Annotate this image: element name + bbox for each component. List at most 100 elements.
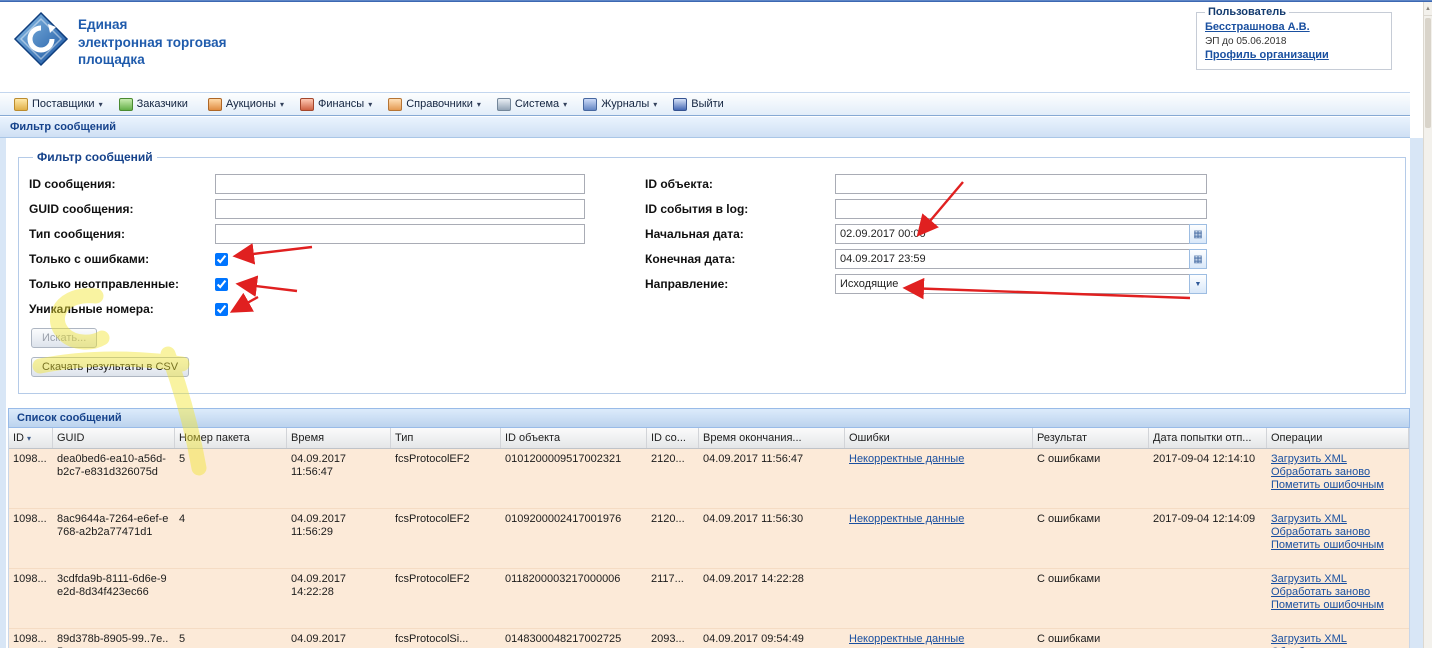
unique-numbers-checkbox[interactable] [215,302,228,316]
menu-item-dictionaries[interactable]: Справочники ▾ [380,96,489,113]
errors-cell: Некорректные данные [845,509,1033,568]
cert-expiry-text: ЭП до 05.06.2018 [1205,35,1287,47]
chevron-down-icon: ▾ [653,99,658,109]
end-time-cell: 04.09.2017 09:54:49 [703,633,804,645]
column-header-id[interactable]: ID ▾ [9,428,53,448]
table-row: 1098... 3cdfda9b-8111-6d6e-9e2d-8d34f423… [9,569,1409,629]
column-header-end-time[interactable]: Время окончания... [699,428,845,448]
table-row: 1098... dea0bed6-ea10-a56d-b2c7-e831d326… [9,449,1409,509]
filter-panel: Фильтр сообщений ID сообщения: GUID сооб… [18,150,1406,394]
column-header-guid[interactable]: GUID [53,428,175,448]
mark-as-error-link[interactable]: Пометить ошибочным [1271,539,1405,552]
guid-cell: 89d378b-8905-99..7e..5 [57,633,169,648]
user-panel-legend: Пользователь [1208,6,1287,18]
logo-text: Единая электронная торговая площадка [78,17,227,68]
result-cell: С ошибками [1037,573,1101,585]
org-profile-link[interactable]: Профиль организации [1205,48,1383,63]
end-date-field [835,249,1207,269]
guid-cell: 8ac9644a-7264-e6ef-e768-a2b2a77471d1 [57,513,169,538]
load-xml-link[interactable]: Загрузить XML [1271,573,1405,586]
scrollbar-thumb[interactable] [1425,18,1431,128]
retry-date-cell [1149,569,1267,628]
menu-item-finance[interactable]: Финансы ▾ [292,96,380,113]
suppliers-icon [14,97,28,111]
messages-list-panel: Список сообщений ID ▾ GUID Номер пакета … [8,408,1410,648]
vertical-scrollbar[interactable] [1423,2,1432,648]
log-event-id-input[interactable] [835,199,1207,219]
errors-cell [845,569,1033,628]
column-header-errors[interactable]: Ошибки [845,428,1033,448]
end-time-cell: 04.09.2017 14:22:28 [703,573,804,585]
grid-header-row: ID ▾ GUID Номер пакета Время Тип ID объе… [9,428,1409,449]
object-id-cell: 0148300048217002725 [505,633,622,645]
type-cell: fcsProtocolSi... [395,633,469,645]
time-cell: 04.09.2017 11:56:29 [291,513,347,538]
operations-cell: Загрузить XML Обработать заново Пометить… [1267,569,1409,628]
user-name-link[interactable]: Бесстрашнова А.В. [1205,20,1383,35]
event-id-cell: 2120... [651,513,685,525]
load-xml-link[interactable]: Загрузить XML [1271,513,1405,526]
column-header-time[interactable]: Время [287,428,391,448]
start-date-input[interactable] [835,224,1190,244]
column-header-retry-date[interactable]: Дата попытки отп... [1149,428,1267,448]
menu-item-auctions[interactable]: Аукционы ▾ [200,96,292,113]
reprocess-link[interactable]: Обработать заново [1271,466,1405,479]
unsent-only-checkbox[interactable] [215,277,228,291]
packet-cell: 5 [179,453,186,465]
auctions-icon [207,97,222,111]
calendar-icon[interactable] [1189,224,1207,244]
menu-item-system[interactable]: Система ▾ [489,96,575,113]
message-guid-input[interactable] [215,199,585,219]
load-xml-link[interactable]: Загрузить XML [1271,633,1405,646]
time-cell: 04.09.2017 [291,633,347,645]
chevron-down-icon: ▾ [368,99,373,109]
direction-select[interactable] [835,274,1207,294]
reprocess-link[interactable]: Обработать заново [1271,526,1405,539]
reprocess-link[interactable]: Обработать заново [1271,586,1405,599]
column-header-operations[interactable]: Операции [1267,428,1409,448]
finance-icon [300,97,314,111]
message-guid-label: GUID сообщения: [29,202,134,216]
end-date-input[interactable] [835,249,1190,269]
journals-icon [583,97,598,111]
packet-cell: 5 [179,633,186,645]
object-id-input[interactable] [835,174,1207,194]
packet-cell: 4 [179,513,186,525]
download-csv-button[interactable]: Скачать результаты в CSV [31,357,190,377]
column-header-packet[interactable]: Номер пакета [175,428,287,448]
scroll-up-icon[interactable] [1424,2,1432,16]
menu-item-journals[interactable]: Журналы ▾ [575,96,665,113]
error-details-link[interactable]: Некорректные данные [849,453,964,465]
message-type-input[interactable] [215,224,585,244]
calendar-icon[interactable] [1189,249,1207,269]
chevron-down-icon: ▾ [279,99,284,109]
retry-date-cell [1149,629,1267,648]
errors-only-label: Только с ошибками: [29,252,150,266]
mark-as-error-link[interactable]: Пометить ошибочным [1271,479,1405,492]
list-panel-title: Список сообщений [8,408,1410,428]
error-details-link[interactable]: Некорректные данные [849,633,964,645]
menu-item-suppliers[interactable]: Поставщики ▾ [6,96,111,113]
menu-item-customers[interactable]: Заказчики [111,96,200,113]
mark-as-error-link[interactable]: Пометить ошибочным [1271,599,1405,612]
errors-cell: Некорректные данные [845,449,1033,508]
column-header-type[interactable]: Тип [391,428,501,448]
errors-only-checkbox[interactable] [215,252,228,266]
id-cell: 1098... [13,453,47,465]
type-cell: fcsProtocolEF2 [395,513,470,525]
search-button[interactable]: Искать... [31,328,98,348]
direction-value-input[interactable] [835,274,1190,294]
message-id-input[interactable] [215,174,585,194]
operations-cell: Загрузить XML Обработать заново Пометить… [1267,509,1409,568]
column-header-object-id[interactable]: ID объекта [501,428,647,448]
column-header-result[interactable]: Результат [1033,428,1149,448]
load-xml-link[interactable]: Загрузить XML [1271,453,1405,466]
guid-cell: dea0bed6-ea10-a56d-b2c7-e831d326075d [57,453,166,478]
object-id-label: ID объекта: [645,177,713,191]
event-id-cell: 2120... [651,453,685,465]
logout-icon [673,97,688,111]
menu-item-logout[interactable]: Выйти [665,96,736,113]
error-details-link[interactable]: Некорректные данные [849,513,964,525]
chevron-down-icon[interactable] [1189,274,1207,294]
column-header-event-id[interactable]: ID со... [647,428,699,448]
